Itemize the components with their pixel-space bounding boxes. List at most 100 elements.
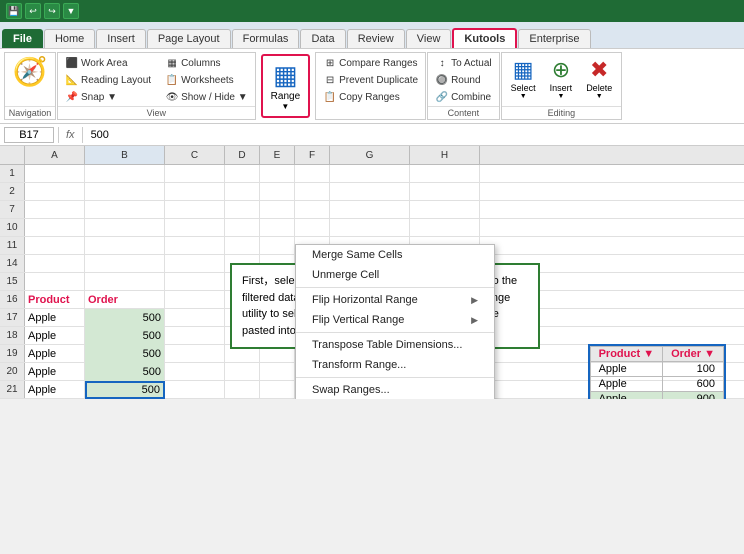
tab-enterprise[interactable]: Enterprise: [518, 29, 590, 48]
cell[interactable]: [295, 183, 330, 201]
cell-b19[interactable]: 500: [85, 345, 165, 363]
navigation-btn[interactable]: 🧭: [13, 55, 48, 100]
right-cell-product[interactable]: Apple: [590, 392, 663, 400]
menu-item-transpose[interactable]: Transpose Table Dimensions...: [296, 335, 494, 355]
cell[interactable]: [165, 363, 225, 381]
cell[interactable]: [260, 381, 295, 399]
cell[interactable]: [330, 219, 410, 237]
cell[interactable]: [260, 219, 295, 237]
cell[interactable]: [85, 183, 165, 201]
insert-btn[interactable]: ⊕ Insert ▼: [545, 55, 578, 102]
cell[interactable]: [85, 201, 165, 219]
cell-product-header[interactable]: Product: [25, 291, 85, 309]
cell[interactable]: [85, 273, 165, 291]
cell[interactable]: [25, 183, 85, 201]
cell[interactable]: [260, 165, 295, 183]
cell[interactable]: [410, 219, 480, 237]
cell-b21[interactable]: 500: [85, 381, 165, 399]
tab-review[interactable]: Review: [347, 29, 405, 48]
cell[interactable]: [260, 201, 295, 219]
tab-insert[interactable]: Insert: [96, 29, 146, 48]
tab-formulas[interactable]: Formulas: [232, 29, 300, 48]
cell[interactable]: [165, 345, 225, 363]
cell[interactable]: Apple: [25, 309, 85, 327]
combine-btn[interactable]: 🔗 Combine: [432, 89, 495, 105]
delete-btn[interactable]: ✖ Delete ▼: [581, 55, 617, 102]
cell[interactable]: Apple: [25, 327, 85, 345]
menu-item-swap[interactable]: Swap Ranges...: [296, 380, 494, 399]
tab-kutools[interactable]: Kutools: [452, 28, 517, 48]
cell[interactable]: Apple: [25, 363, 85, 381]
cell[interactable]: [165, 219, 225, 237]
cell[interactable]: [165, 183, 225, 201]
cell[interactable]: [85, 219, 165, 237]
right-cell-product[interactable]: Apple: [590, 377, 663, 392]
cell[interactable]: [25, 255, 85, 273]
cell[interactable]: [25, 237, 85, 255]
to-actual-btn[interactable]: ↕ To Actual: [432, 55, 495, 71]
cell-b20[interactable]: 500: [85, 363, 165, 381]
worksheets-btn[interactable]: 📋 Worksheets: [162, 72, 251, 88]
cell[interactable]: [410, 201, 480, 219]
right-cell-order[interactable]: 600: [663, 377, 724, 392]
cell[interactable]: Apple: [25, 345, 85, 363]
work-area-btn[interactable]: ⬛ Work Area: [62, 55, 154, 71]
cell[interactable]: [225, 183, 260, 201]
tab-view[interactable]: View: [406, 29, 452, 48]
columns-btn[interactable]: ▦ Columns: [162, 55, 251, 71]
cell[interactable]: [295, 219, 330, 237]
round-btn[interactable]: 🔘 Round: [432, 72, 495, 88]
undo-icon[interactable]: ↩: [25, 3, 41, 19]
menu-item-unmerge[interactable]: Unmerge Cell: [296, 265, 494, 285]
tab-pagelayout[interactable]: Page Layout: [147, 29, 231, 48]
cell[interactable]: [225, 381, 260, 399]
right-cell-order[interactable]: 100: [663, 362, 724, 377]
cell-order-header[interactable]: Order: [85, 291, 165, 309]
cell[interactable]: [165, 201, 225, 219]
cell[interactable]: [260, 237, 295, 255]
cell[interactable]: [225, 363, 260, 381]
menu-item-transform[interactable]: Transform Range...: [296, 355, 494, 375]
tab-home[interactable]: Home: [44, 29, 95, 48]
cell[interactable]: [295, 165, 330, 183]
cell[interactable]: [165, 273, 225, 291]
copy-ranges-btn[interactable]: 📋 Copy Ranges: [320, 89, 421, 105]
cell[interactable]: [85, 237, 165, 255]
dropdown-icon[interactable]: ▼: [63, 3, 79, 19]
cell[interactable]: [165, 381, 225, 399]
cell-ref-input[interactable]: [4, 127, 54, 143]
menu-item-flip-vertical[interactable]: Flip Vertical Range ▶: [296, 310, 494, 330]
prevent-duplicate-btn[interactable]: ⊟ Prevent Duplicate: [320, 72, 421, 88]
redo-icon[interactable]: ↪: [44, 3, 60, 19]
cell-b18[interactable]: 500: [85, 327, 165, 345]
cell[interactable]: [25, 201, 85, 219]
cell[interactable]: [165, 327, 225, 345]
cell[interactable]: [225, 219, 260, 237]
cell[interactable]: [165, 237, 225, 255]
formula-input[interactable]: [87, 128, 740, 142]
cell[interactable]: [330, 183, 410, 201]
show-hide-btn[interactable]: 👁 Show / Hide ▼: [162, 89, 251, 105]
cell[interactable]: [25, 273, 85, 291]
tab-file[interactable]: File: [2, 29, 43, 48]
cell[interactable]: [410, 165, 480, 183]
cell[interactable]: [260, 183, 295, 201]
right-cell-order[interactable]: 900: [663, 392, 724, 400]
cell[interactable]: Apple: [25, 381, 85, 399]
cell[interactable]: [260, 363, 295, 381]
cell[interactable]: [330, 201, 410, 219]
cell[interactable]: [165, 255, 225, 273]
select-btn[interactable]: ▦ Select ▼: [506, 55, 541, 102]
cell[interactable]: [25, 165, 85, 183]
reading-layout-btn[interactable]: 📐 Reading Layout: [62, 72, 154, 88]
cell[interactable]: [165, 309, 225, 327]
cell[interactable]: [165, 165, 225, 183]
snap-btn[interactable]: 📌 Snap ▼: [62, 89, 154, 105]
cell[interactable]: [410, 183, 480, 201]
cell[interactable]: [85, 165, 165, 183]
cell[interactable]: [25, 219, 85, 237]
cell[interactable]: [85, 255, 165, 273]
cell[interactable]: [165, 291, 225, 309]
cell[interactable]: [225, 201, 260, 219]
cell[interactable]: [225, 165, 260, 183]
